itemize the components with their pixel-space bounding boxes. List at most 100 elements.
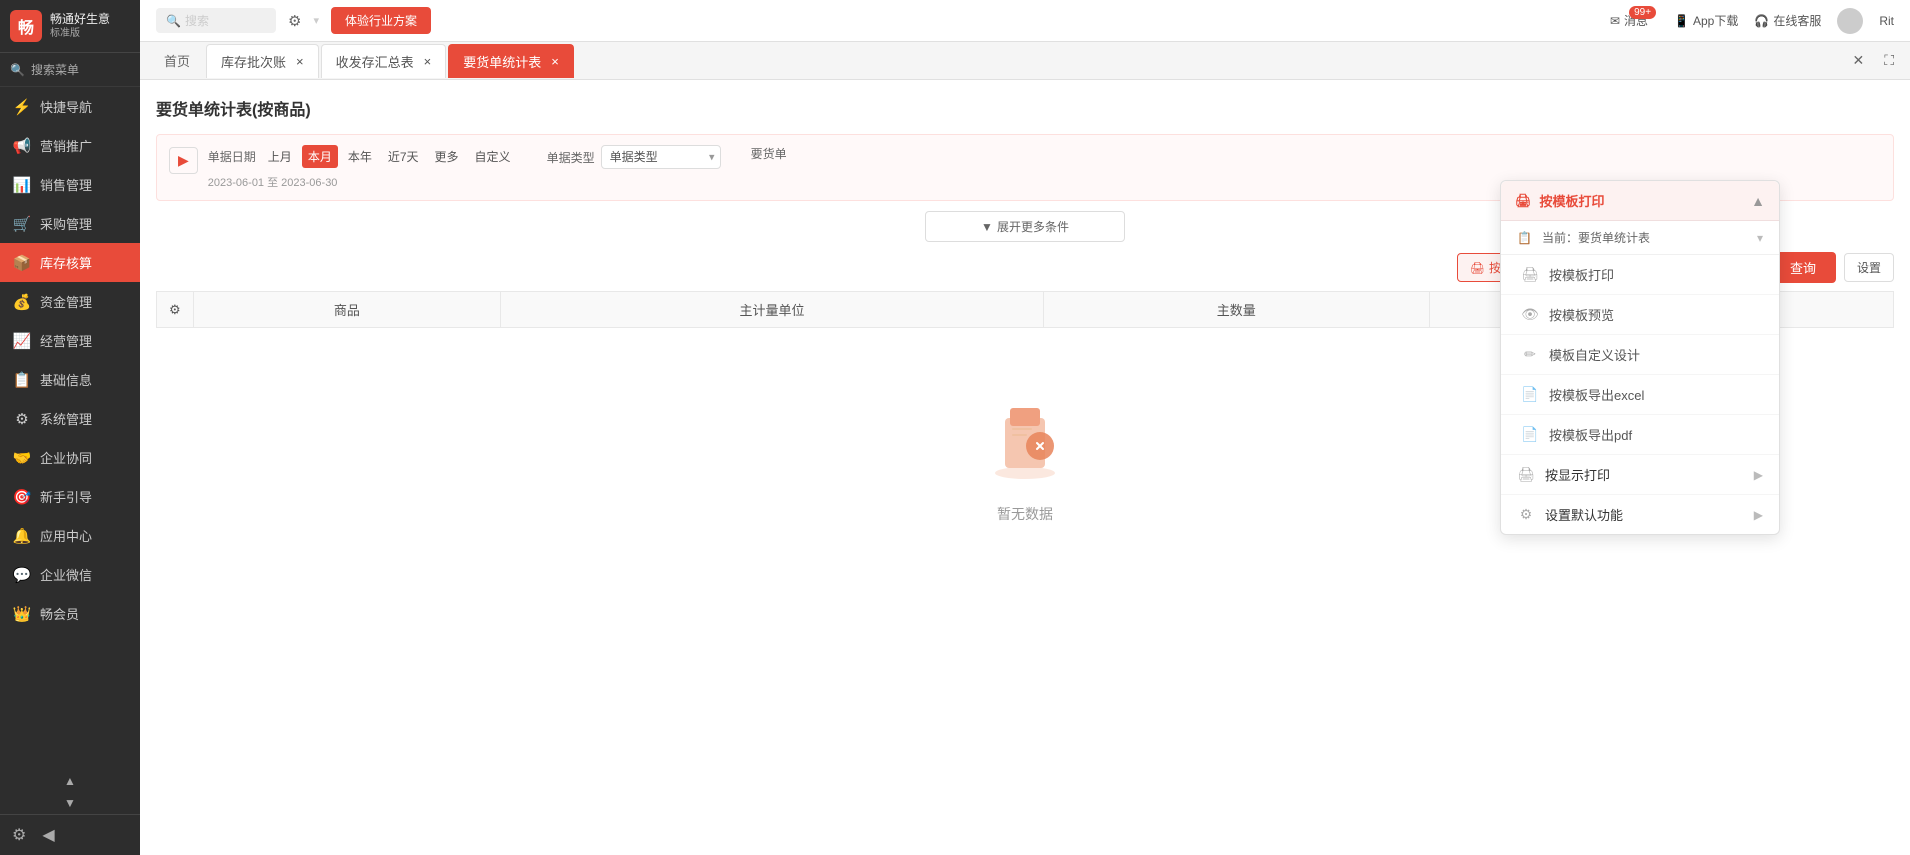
tab-batch[interactable]: 库存批次账 × (206, 44, 319, 78)
date-filter-label: 单据日期 (208, 148, 256, 165)
date-btn-custom[interactable]: 自定义 (469, 145, 517, 168)
sidebar-item-label: 快捷导航 (40, 97, 92, 116)
sidebar-item-sales[interactable]: 📊 销售管理 (0, 165, 140, 204)
sidebar-item-purchase[interactable]: 🛒 采购管理 (0, 204, 140, 243)
date-btn-this-year[interactable]: 本年 (342, 145, 378, 168)
sidebar-item-inventory[interactable]: 📦 库存核算 (0, 243, 140, 282)
template-excel-label: 按模板导出excel (1549, 385, 1644, 404)
settings-icon[interactable]: ⚙ (12, 825, 26, 845)
sidebar-item-system[interactable]: ⚙ 系统管理 (0, 399, 140, 438)
message-item[interactable]: ✉ 消息 99+ (1610, 12, 1648, 29)
demo-btn[interactable]: 体验行业方案 (331, 7, 431, 34)
date-range-text: 2023-06-01 至 2023-06-30 (208, 174, 517, 190)
col-unit: 主计量单位 (501, 292, 1044, 328)
sidebar-item-label: 企业协同 (40, 448, 92, 467)
logo-text: 畅通好生意 标准版 (50, 12, 110, 41)
sidebar-scroll-down[interactable]: ▼ (0, 792, 140, 814)
topbar-search[interactable]: 🔍 搜索 (156, 8, 276, 33)
sidebar-item-basic[interactable]: 📋 基础信息 (0, 360, 140, 399)
page-content: 要货单统计表(按商品) ▶ 单据日期 上月 本月 本年 近7天 更多 自定义 2… (140, 80, 1910, 855)
username-label: Rit (1879, 14, 1894, 28)
sidebar-item-newbie[interactable]: 🎯 新手引导 (0, 477, 140, 516)
message-badge: 99+ (1629, 6, 1656, 19)
col-checkbox: ⚙ (157, 292, 194, 328)
app-label: App下载 (1693, 12, 1738, 29)
tab-home[interactable]: 首页 (150, 44, 204, 78)
set-default-left: ⚙ 设置默认功能 (1517, 505, 1623, 524)
search-icon: 🔍 (10, 63, 25, 77)
sidebar-item-enterprise[interactable]: 🤝 企业协同 (0, 438, 140, 477)
sidebar-item-shortcut[interactable]: ⚡ 快捷导航 (0, 87, 140, 126)
dropdown-item-template-excel[interactable]: 📄 按模板导出excel (1501, 375, 1779, 415)
date-btn-7days[interactable]: 近7天 (382, 145, 425, 168)
sidebar-scroll-up[interactable]: ▲ (0, 770, 140, 792)
sidebar-item-label: 基础信息 (40, 370, 92, 389)
print-dropdown-popup: 🖨 按模板打印 ▲ 📋 当前：要货单统计表 ▾ 🖨 按模板打印 👁 按模板预览 … (1500, 180, 1780, 535)
window-maximize-btn[interactable]: ⛶ (1878, 50, 1900, 71)
tab-collection[interactable]: 收发存汇总表 × (321, 44, 447, 78)
template-pdf-label: 按模板导出pdf (1549, 425, 1632, 444)
filter-expand-toggle[interactable]: ▶ (169, 147, 198, 174)
app-icon: 📱 (1674, 14, 1689, 28)
col-goods: 商品 (193, 292, 501, 328)
collapse-icon[interactable]: ◀ (42, 825, 54, 845)
set-default-label: 设置默认功能 (1545, 505, 1623, 524)
sidebar-item-label: 库存核算 (40, 253, 92, 272)
type-select-wrap: 单据类型 (601, 145, 721, 169)
date-btn-more[interactable]: 更多 (429, 145, 465, 168)
template-print-label: 按模板打印 (1549, 265, 1614, 284)
user-avatar-item[interactable] (1837, 8, 1863, 34)
finance-icon: 💰 (12, 293, 32, 311)
goods-filter-label: 要货单 (751, 145, 787, 162)
online-service-item[interactable]: 🎧 在线客服 (1754, 12, 1821, 29)
order-stats-tab-close[interactable]: × (547, 55, 559, 68)
tab-order-stats[interactable]: 要货单统计表 × (448, 44, 574, 78)
col-quantity: 主数量 (1043, 292, 1429, 328)
date-btn-last-month[interactable]: 上月 (262, 145, 298, 168)
sidebar-item-operations[interactable]: 📈 经营管理 (0, 321, 140, 360)
app-download-item[interactable]: 📱 App下载 (1674, 12, 1738, 29)
date-filter-section: 单据日期 上月 本月 本年 近7天 更多 自定义 (208, 145, 517, 168)
dropdown-close-btn[interactable]: ▲ (1751, 193, 1765, 209)
order-stats-tab-label: 要货单统计表 (463, 52, 541, 71)
dropdown-item-template-preview[interactable]: 👁 按模板预览 (1501, 295, 1779, 335)
window-close-btn[interactable]: ✕ (1846, 50, 1870, 71)
date-filter-btns: 上月 本月 本年 近7天 更多 自定义 (262, 145, 517, 168)
topbar-gear-icon[interactable]: ⚙ (288, 12, 301, 30)
settings-col-icon[interactable]: ⚙ (169, 302, 181, 317)
sidebar-item-appstore[interactable]: 🔔 应用中心 (0, 516, 140, 555)
sidebar-item-wechat[interactable]: 💬 企业微信 (0, 555, 140, 594)
sidebar-item-label: 经营管理 (40, 331, 92, 350)
wechat-icon: 💬 (12, 566, 32, 584)
collection-tab-close[interactable]: × (420, 55, 432, 68)
sidebar-item-label: 新手引导 (40, 487, 92, 506)
template-print-icon: 🖨 (1521, 266, 1539, 283)
dropdown-item-template-design[interactable]: ✏ 模板自定义设计 (1501, 335, 1779, 375)
template-preview-icon: 👁 (1521, 306, 1539, 323)
sidebar-item-marketing[interactable]: 📢 营销推广 (0, 126, 140, 165)
dropdown-item-display-print[interactable]: 🖨 按显示打印 ▶ (1501, 455, 1779, 495)
print-icon: 🖨 (1470, 261, 1485, 275)
batch-tab-close[interactable]: × (292, 55, 304, 68)
home-tab-label: 首页 (164, 51, 190, 70)
dropdown-item-template-print[interactable]: 🖨 按模板打印 (1501, 255, 1779, 295)
username-item[interactable]: Rit (1879, 14, 1894, 28)
search-label: 搜索菜单 (31, 61, 79, 78)
sidebar-item-finance[interactable]: 💰 资金管理 (0, 282, 140, 321)
goods-filter: 要货单 (751, 145, 787, 162)
settings-btn[interactable]: 设置 (1844, 253, 1894, 282)
sidebar-search[interactable]: 🔍 搜索菜单 (0, 53, 140, 87)
sidebar-item-label: 资金管理 (40, 292, 92, 311)
newbie-icon: 🎯 (12, 488, 32, 506)
sidebar-item-member[interactable]: 👑 畅会员 (0, 594, 140, 633)
sidebar-item-label: 应用中心 (40, 526, 92, 545)
dropdown-item-set-default[interactable]: ⚙ 设置默认功能 ▶ (1501, 495, 1779, 534)
current-template-icon: 📋 (1517, 231, 1532, 245)
dropdown-item-template-pdf[interactable]: 📄 按模板导出pdf (1501, 415, 1779, 455)
expand-more-btn[interactable]: ▼ 展开更多条件 (925, 211, 1125, 242)
batch-tab-label: 库存批次账 (221, 52, 286, 71)
type-filter-label: 单据类型 (547, 149, 595, 166)
date-btn-this-month[interactable]: 本月 (302, 145, 338, 168)
type-select[interactable]: 单据类型 (601, 145, 721, 169)
dropdown-header: 🖨 按模板打印 ▲ (1501, 181, 1779, 221)
